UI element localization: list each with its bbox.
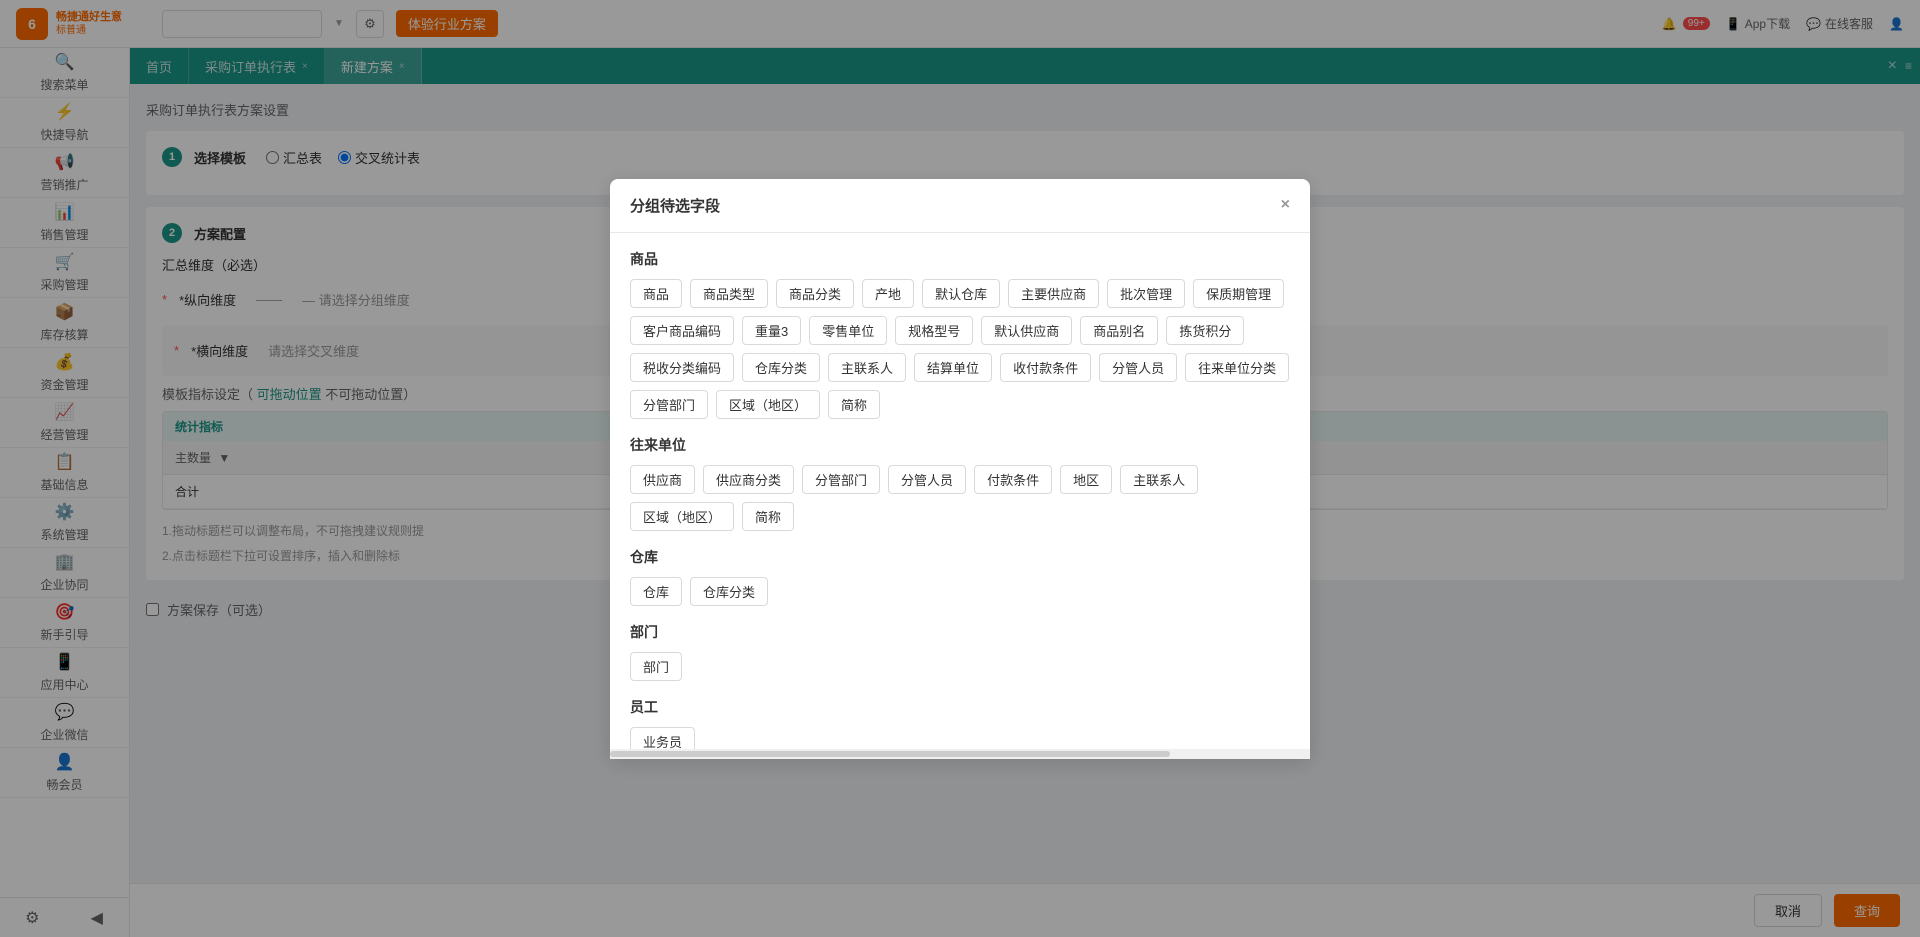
field-tag-goods-alias[interactable]: 商品别名	[1080, 316, 1158, 345]
field-tag-goods[interactable]: 商品	[630, 279, 682, 308]
modal-title: 分组待选字段	[630, 195, 720, 216]
field-tag-dept-in-charge[interactable]: 分管部门	[630, 390, 708, 419]
modal-scrollbar-horizontal[interactable]	[610, 749, 1310, 758]
field-tag-main-contact-partner[interactable]: 主联系人	[1120, 465, 1198, 494]
field-select-modal: 分组待选字段 × 商品 商品 商品类型 商品分类 产地 默认仓库 主要供应商 批…	[610, 179, 1310, 759]
field-tag-short-name[interactable]: 简称	[828, 390, 880, 419]
field-group-dept-title: 部门	[630, 622, 1290, 642]
field-group-partner: 往来单位 供应商 供应商分类 分管部门 分管人员 付款条件 地区 主联系人 区域…	[630, 435, 1290, 531]
field-tag-salesperson[interactable]: 业务员	[630, 727, 695, 750]
field-tag-customer-code[interactable]: 客户商品编码	[630, 316, 734, 345]
field-group-goods-title: 商品	[630, 249, 1290, 269]
field-group-employee: 员工 业务员	[630, 697, 1290, 750]
field-tag-weight3[interactable]: 重量3	[742, 316, 801, 345]
field-tag-expiry-mgmt[interactable]: 保质期管理	[1193, 279, 1284, 308]
field-tag-main-contact[interactable]: 主联系人	[828, 353, 906, 382]
field-tag-manager-partner[interactable]: 分管人员	[888, 465, 966, 494]
field-tag-warehouse-cat[interactable]: 仓库分类	[690, 577, 768, 606]
field-tag-warehouse-category[interactable]: 仓库分类	[742, 353, 820, 382]
field-tag-supplier[interactable]: 供应商	[630, 465, 695, 494]
field-group-dept: 部门 部门	[630, 622, 1290, 681]
field-tag-area[interactable]: 地区	[1060, 465, 1112, 494]
field-group-partner-title: 往来单位	[630, 435, 1290, 455]
modal-close-button[interactable]: ×	[1281, 196, 1290, 214]
field-group-warehouse-title: 仓库	[630, 547, 1290, 567]
field-tag-settlement-unit[interactable]: 结算单位	[914, 353, 992, 382]
modal-body: 商品 商品 商品类型 商品分类 产地 默认仓库 主要供应商 批次管理 保质期管理…	[610, 233, 1310, 750]
field-tag-pick-points[interactable]: 拣货积分	[1166, 316, 1244, 345]
field-tag-tax-code[interactable]: 税收分类编码	[630, 353, 734, 382]
field-tags-warehouse: 仓库 仓库分类	[630, 577, 1290, 606]
field-tag-warehouse[interactable]: 仓库	[630, 577, 682, 606]
field-tag-spec-model[interactable]: 规格型号	[895, 316, 973, 345]
field-tag-short-name-partner[interactable]: 简称	[742, 502, 794, 531]
field-tag-partner-category[interactable]: 往来单位分类	[1185, 353, 1289, 382]
field-tag-region-goods[interactable]: 区域（地区）	[716, 390, 820, 419]
field-tag-payment-cond[interactable]: 付款条件	[974, 465, 1052, 494]
field-group-warehouse: 仓库 仓库 仓库分类	[630, 547, 1290, 606]
field-tags-partner: 供应商 供应商分类 分管部门 分管人员 付款条件 地区 主联系人 区域（地区） …	[630, 465, 1290, 531]
field-group-goods: 商品 商品 商品类型 商品分类 产地 默认仓库 主要供应商 批次管理 保质期管理…	[630, 249, 1290, 419]
field-tag-payment-terms[interactable]: 收付款条件	[1000, 353, 1091, 382]
field-tag-retail-unit[interactable]: 零售单位	[809, 316, 887, 345]
field-tag-origin[interactable]: 产地	[862, 279, 914, 308]
field-tag-manager[interactable]: 分管人员	[1099, 353, 1177, 382]
field-tags-dept: 部门	[630, 652, 1290, 681]
scrollbar-thumb-h	[610, 751, 1170, 756]
field-tag-supplier-category[interactable]: 供应商分类	[703, 465, 794, 494]
field-tag-batch-mgmt[interactable]: 批次管理	[1107, 279, 1185, 308]
modal-header: 分组待选字段 ×	[610, 179, 1310, 233]
field-tags-goods: 商品 商品类型 商品分类 产地 默认仓库 主要供应商 批次管理 保质期管理 客户…	[630, 279, 1290, 419]
field-tag-default-supplier[interactable]: 默认供应商	[981, 316, 1072, 345]
field-tags-employee: 业务员	[630, 727, 1290, 750]
field-tag-goods-category[interactable]: 商品分类	[776, 279, 854, 308]
field-group-employee-title: 员工	[630, 697, 1290, 717]
field-tag-default-warehouse[interactable]: 默认仓库	[922, 279, 1000, 308]
field-tag-goods-type[interactable]: 商品类型	[690, 279, 768, 308]
modal-overlay: 分组待选字段 × 商品 商品 商品类型 商品分类 产地 默认仓库 主要供应商 批…	[0, 0, 1920, 937]
field-tag-region-partner[interactable]: 区域（地区）	[630, 502, 734, 531]
field-tag-main-supplier[interactable]: 主要供应商	[1008, 279, 1099, 308]
field-tag-dept[interactable]: 部门	[630, 652, 682, 681]
field-tag-dept-partner[interactable]: 分管部门	[802, 465, 880, 494]
